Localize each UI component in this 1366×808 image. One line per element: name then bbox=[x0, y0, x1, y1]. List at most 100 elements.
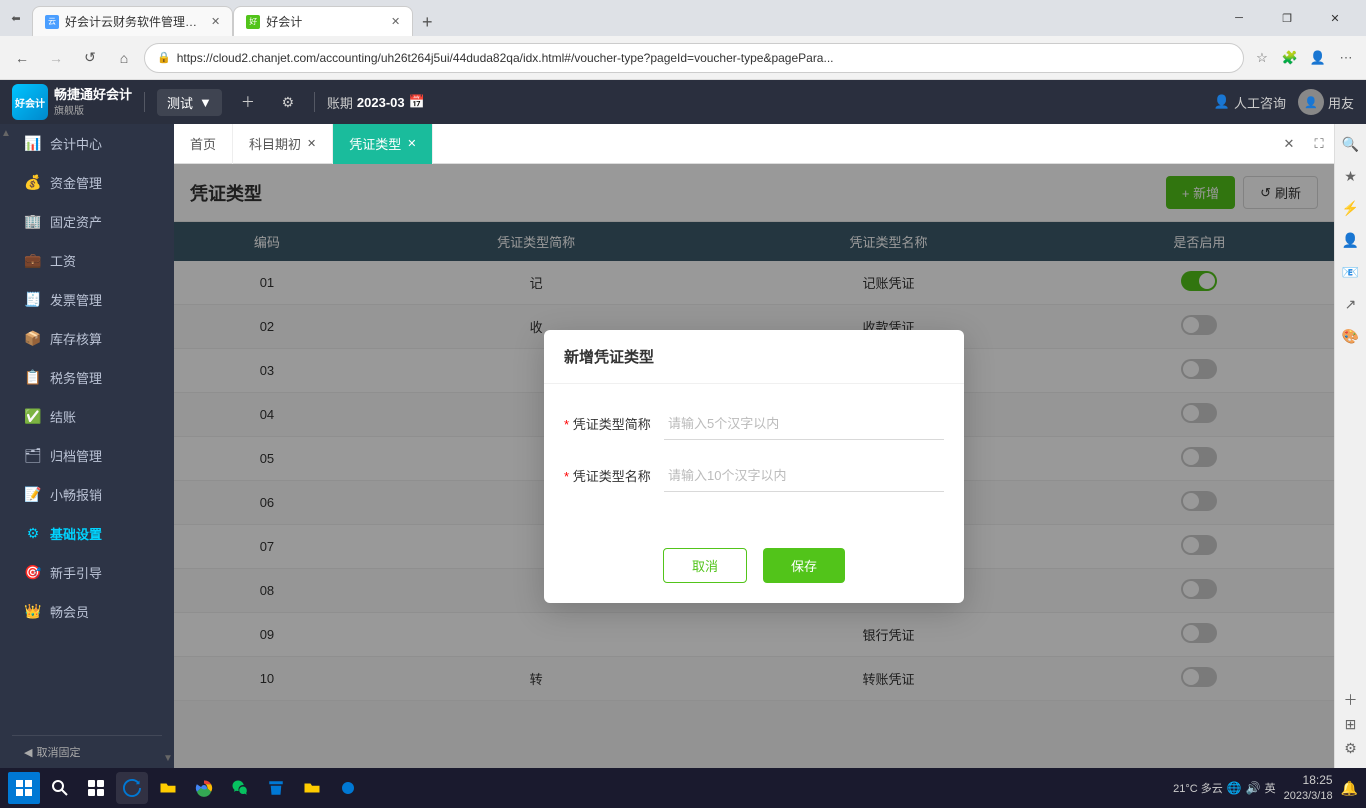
sidebar-item-settings[interactable]: ⚙ 基础设置 bbox=[12, 514, 162, 553]
system-tray: 21°C 多云 🌐 🔊 英 bbox=[1173, 780, 1276, 796]
tab-subject[interactable]: 科目期初 ✕ bbox=[233, 124, 333, 164]
sidebar-label-invoice: 发票管理 bbox=[50, 290, 102, 309]
sidebar-scroll-up[interactable]: ▲ bbox=[0, 124, 12, 768]
taskbar-edge[interactable] bbox=[116, 772, 148, 804]
header-divider-1 bbox=[144, 92, 145, 112]
rp-star-icon[interactable]: ★ bbox=[1339, 164, 1363, 188]
lock-icon: 🔒 bbox=[157, 51, 171, 64]
taskbar-explorer[interactable] bbox=[152, 772, 184, 804]
rp-share-icon[interactable]: ↗ bbox=[1339, 292, 1363, 316]
logo-text-wrapper: 畅捷通好会计 旗舰版 bbox=[54, 87, 132, 118]
taskbar-store[interactable] bbox=[260, 772, 292, 804]
rp-plus-icon[interactable]: ＋ bbox=[1339, 688, 1363, 712]
settings-icon: ⚙ bbox=[24, 525, 42, 543]
company-selector[interactable]: 测试 ▼ bbox=[157, 89, 222, 116]
salary-icon: 💼 bbox=[24, 252, 42, 270]
taskbar-task-view[interactable] bbox=[80, 772, 112, 804]
bookmark-icon[interactable]: ☆ bbox=[1250, 46, 1274, 70]
logo-subtitle: 旗舰版 bbox=[54, 102, 132, 117]
tab-title-1: 好会计云财务软件管理系统_会计 bbox=[65, 13, 205, 30]
tab-close-1[interactable]: ✕ bbox=[211, 15, 220, 28]
lang-indicator: 英 bbox=[1265, 780, 1276, 796]
name-input[interactable] bbox=[664, 460, 944, 492]
start-button[interactable] bbox=[8, 772, 40, 804]
sidebar-label-dashboard: 会计中心 bbox=[50, 134, 102, 153]
extensions-icon[interactable]: 🧩 bbox=[1278, 46, 1302, 70]
cancel-pin-button[interactable]: ◀ 取消固定 bbox=[24, 744, 150, 760]
app-logo: 好会计 畅捷通好会计 旗舰版 bbox=[12, 84, 132, 120]
sidebar-item-settlement[interactable]: ✅ 结账 bbox=[12, 397, 162, 436]
browser-back-btn[interactable]: ⬅ bbox=[8, 10, 24, 26]
sidebar-scroll-down[interactable]: ▼ bbox=[162, 124, 174, 768]
rp-apps-icon[interactable]: ⚡ bbox=[1339, 196, 1363, 220]
taskbar-wechat[interactable] bbox=[224, 772, 256, 804]
sidebar-item-dashboard[interactable]: 📊 会计中心 bbox=[12, 124, 162, 163]
sidebar-item-assets[interactable]: 🏢 固定资产 bbox=[12, 202, 162, 241]
sidebar-item-report[interactable]: 📝 小畅报销 bbox=[12, 475, 162, 514]
settings-button[interactable]: ⚙ bbox=[274, 88, 302, 116]
sidebar-label-guide: 新手引导 bbox=[50, 563, 102, 582]
sidebar-item-archive[interactable]: 🗂 归档管理 bbox=[12, 436, 162, 475]
main-layout: ▲ 📊 会计中心 💰 资金管理 🏢 固定资产 💼 工资 🧾 发票管理 bbox=[0, 124, 1366, 768]
taskbar-clock[interactable]: 18:25 2023/3/18 bbox=[1284, 772, 1333, 804]
tab-minimize-button[interactable]: ✕ bbox=[1274, 124, 1304, 164]
tab-subject-label: 科目期初 bbox=[249, 134, 301, 153]
right-panel: 🔍 ★ ⚡ 👤 📧 ↗ 🎨 ＋ ⊞ ⚙ bbox=[1334, 124, 1366, 768]
sidebar-item-inventory[interactable]: 📦 库存核算 bbox=[12, 319, 162, 358]
forward-button[interactable]: → bbox=[42, 44, 70, 72]
form-row-name: * 凭证类型名称 bbox=[564, 460, 944, 492]
modal-overlay: 新增凭证类型 * 凭证类型简称 * bbox=[174, 164, 1334, 768]
weather-text: 21°C 多云 bbox=[1173, 780, 1223, 796]
consulting-button[interactable]: 👤 人工咨询 bbox=[1214, 93, 1286, 112]
rp-outlook-icon[interactable]: 📧 bbox=[1339, 260, 1363, 284]
user-button[interactable]: 👤 用友 bbox=[1298, 89, 1354, 115]
cancel-button[interactable]: 取消 bbox=[663, 548, 747, 583]
maximize-button[interactable]: ❐ bbox=[1264, 0, 1310, 36]
tab-close-2[interactable]: ✕ bbox=[391, 15, 400, 28]
consulting-label: 人工咨询 bbox=[1234, 93, 1286, 112]
taskbar-edge-2[interactable] bbox=[332, 772, 364, 804]
add-company-button[interactable]: ＋ bbox=[234, 88, 262, 116]
new-tab-button[interactable]: + bbox=[413, 8, 441, 36]
sidebar-label-member: 畅会员 bbox=[50, 602, 89, 621]
sidebar-item-tax[interactable]: 📋 税务管理 bbox=[12, 358, 162, 397]
taskbar-chrome[interactable] bbox=[188, 772, 220, 804]
save-button[interactable]: 保存 bbox=[763, 548, 845, 583]
back-button[interactable]: ← bbox=[8, 44, 36, 72]
sidebar-item-guide[interactable]: 🎯 新手引导 bbox=[12, 553, 162, 592]
sidebar-label-capital: 资金管理 bbox=[50, 173, 102, 192]
taskbar-folder[interactable] bbox=[296, 772, 328, 804]
sidebar-label-settings: 基础设置 bbox=[50, 524, 102, 543]
company-name: 测试 bbox=[167, 93, 193, 112]
browser-tab-1[interactable]: 云 好会计云财务软件管理系统_会计 ✕ bbox=[32, 6, 233, 36]
browser-tab-2[interactable]: 好 好会计 ✕ bbox=[233, 6, 413, 36]
rp-grid-icon[interactable]: ⊞ bbox=[1339, 712, 1363, 736]
rp-color-icon[interactable]: 🎨 bbox=[1339, 324, 1363, 348]
address-input[interactable]: 🔒 https://cloud2.chanjet.com/accounting/… bbox=[144, 43, 1244, 73]
rp-search-icon[interactable]: 🔍 bbox=[1339, 132, 1363, 156]
address-icons: ☆ 🧩 👤 ⋯ bbox=[1250, 46, 1358, 70]
close-button[interactable]: ✕ bbox=[1312, 0, 1358, 36]
sidebar-item-salary[interactable]: 💼 工资 bbox=[12, 241, 162, 280]
tab-voucher-close[interactable]: ✕ bbox=[407, 137, 416, 150]
sidebar-item-capital[interactable]: 💰 资金管理 bbox=[12, 163, 162, 202]
home-button[interactable]: ⌂ bbox=[110, 44, 138, 72]
chevron-down-icon: ▼ bbox=[199, 95, 212, 110]
tab-subject-close[interactable]: ✕ bbox=[307, 137, 316, 150]
browser-controls: ⬅ bbox=[8, 10, 24, 26]
abbr-input[interactable] bbox=[664, 408, 944, 440]
notification-icon[interactable]: 🔔 bbox=[1341, 780, 1358, 797]
reload-button[interactable]: ↺ bbox=[76, 44, 104, 72]
taskbar-search[interactable] bbox=[44, 772, 76, 804]
tab-home[interactable]: 首页 bbox=[174, 124, 233, 164]
minimize-button[interactable]: ─ bbox=[1216, 0, 1262, 36]
sidebar-item-member[interactable]: 👑 畅会员 bbox=[12, 592, 162, 631]
period-value: 2023-03 bbox=[357, 95, 405, 110]
tab-fullscreen-button[interactable]: ⛶ bbox=[1304, 124, 1334, 164]
sidebar-item-invoice[interactable]: 🧾 发票管理 bbox=[12, 280, 162, 319]
tab-voucher-type[interactable]: 凭证类型 ✕ bbox=[333, 124, 433, 164]
profile-icon[interactable]: 👤 bbox=[1306, 46, 1330, 70]
menu-icon[interactable]: ⋯ bbox=[1334, 46, 1358, 70]
rp-person-icon[interactable]: 👤 bbox=[1339, 228, 1363, 252]
rp-settings-icon[interactable]: ⚙ bbox=[1339, 736, 1363, 760]
